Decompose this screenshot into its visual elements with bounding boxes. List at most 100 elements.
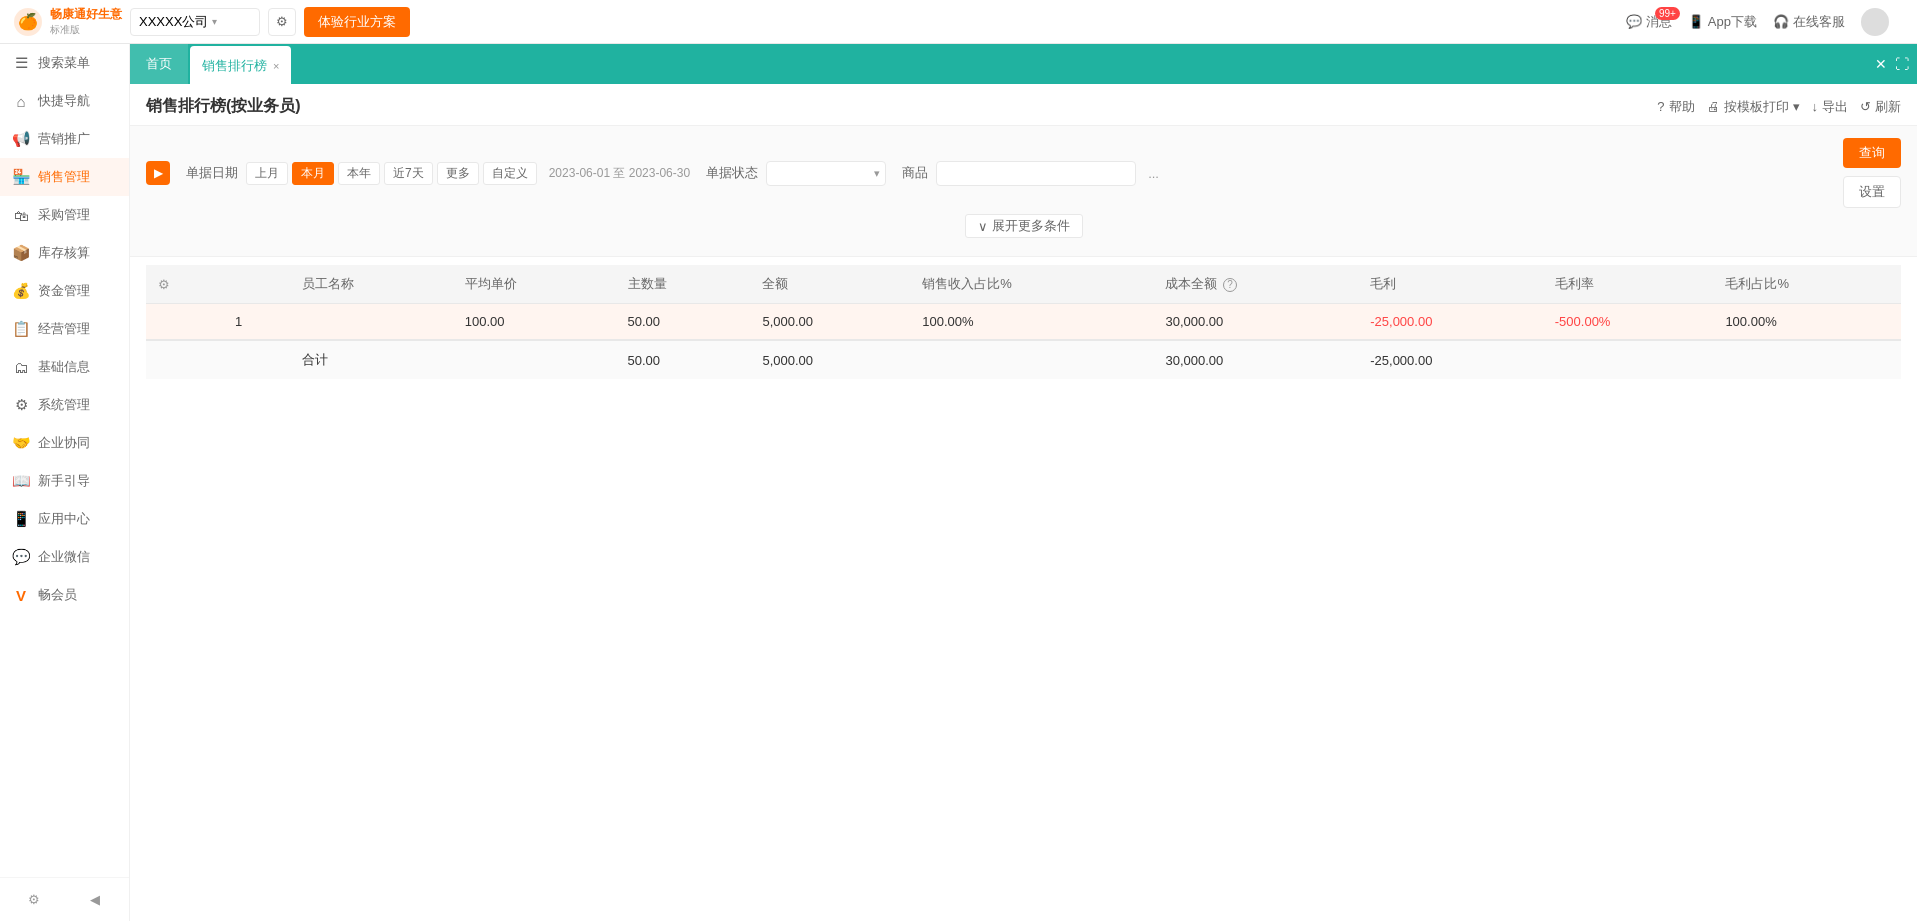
sidebar-item-system[interactable]: ⚙ 系统管理 <box>0 386 129 424</box>
content-area: 首页 销售排行榜 × ✕ ⛶ 销售排行榜(按业务员) <box>130 44 1917 921</box>
member-icon: V <box>12 587 30 604</box>
col-name: 员工名称 <box>290 265 453 304</box>
sidebar-item-operations[interactable]: 📋 经营管理 <box>0 310 129 348</box>
filter-toggle-icon[interactable]: ▶ <box>146 161 170 185</box>
col-settings[interactable]: ⚙ <box>146 265 223 304</box>
settings-button[interactable]: 设置 <box>1843 176 1901 208</box>
sidebar-item-wechat[interactable]: 💬 企业微信 <box>0 538 129 576</box>
sidebar-item-purchase[interactable]: 🛍 采购管理 <box>0 196 129 234</box>
home-icon: ⌂ <box>12 93 30 110</box>
marketing-icon: 📢 <box>12 130 30 148</box>
date-range-text: 2023-06-01 至 2023-06-30 <box>549 165 690 182</box>
message-icon: 💬 <box>1626 14 1642 29</box>
filter-area: ▶ 单据日期 上月 本月 本年 近7天 更多 自定义 <box>130 126 1917 257</box>
table-body: 1 100.00 50.00 5,000.00 100.00% 30,000.0… <box>146 304 1901 341</box>
message-button[interactable]: 💬 消息 99+ <box>1626 13 1672 31</box>
date-year-btn[interactable]: 本年 <box>338 162 380 185</box>
col-qty: 主数量 <box>616 265 751 304</box>
row-qty: 50.00 <box>616 304 751 341</box>
trial-button[interactable]: 体验行业方案 <box>304 7 410 37</box>
operations-icon: 📋 <box>12 320 30 338</box>
page-title: 销售排行榜(按业务员) <box>146 96 301 117</box>
tab-close-window-icon[interactable]: ✕ <box>1875 56 1887 72</box>
sidebar-item-marketing[interactable]: 📢 营销推广 <box>0 120 129 158</box>
expand-row: ∨ 展开更多条件 <box>146 208 1901 244</box>
footer-gross: -25,000.00 <box>1358 340 1543 379</box>
col-gross-ratio: 毛利占比% <box>1713 265 1901 304</box>
status-select-wrapper[interactable] <box>766 161 886 186</box>
filter-status: 单据状态 <box>706 161 886 186</box>
app-download-button[interactable]: 📱 App下载 <box>1688 13 1757 31</box>
footer-label: 合计 <box>290 340 453 379</box>
filter-toggle[interactable]: ▶ <box>146 161 170 185</box>
sidebar-item-quick-nav[interactable]: ⌂ 快捷导航 <box>0 82 129 120</box>
sidebar-item-finance[interactable]: 💰 资金管理 <box>0 272 129 310</box>
sidebar-bottom: ⚙ ◀ <box>0 877 129 921</box>
status-filter-label: 单据状态 <box>706 164 758 182</box>
online-service-button[interactable]: 🎧 在线客服 <box>1773 13 1845 31</box>
top-right-area: 💬 消息 99+ 📱 App下载 🎧 在线客服 <box>1626 8 1905 36</box>
query-button[interactable]: 查询 <box>1843 138 1901 168</box>
goods-more-icon[interactable]: ... <box>1148 166 1159 181</box>
goods-filter-label: 商品 <box>902 164 928 182</box>
sidebar-item-member[interactable]: V 畅会员 <box>0 576 129 614</box>
tab-sales-ranking[interactable]: 销售排行榜 × <box>190 46 291 86</box>
sidebar-item-basic[interactable]: 🗂 基础信息 <box>0 348 129 386</box>
goods-input[interactable] <box>936 161 1136 186</box>
company-selector[interactable]: XXXXX公司 ▾ <box>130 8 260 36</box>
sidebar-item-sales[interactable]: 🏪 销售管理 <box>0 158 129 196</box>
logo-area: 🍊 畅康通好生意 标准版 <box>12 6 122 38</box>
table-wrapper: ⚙ 员工名称 平均单价 主数量 全额 销售收入占比% 成本全额 ? <box>130 265 1917 395</box>
settings-icon[interactable]: ⚙ <box>268 8 296 36</box>
col-sales-ratio: 销售收入占比% <box>910 265 1153 304</box>
system-icon: ⚙ <box>12 396 30 414</box>
refresh-icon: ↺ <box>1860 99 1871 114</box>
sidebar-item-apps[interactable]: 📱 应用中心 <box>0 500 129 538</box>
mobile-icon: 📱 <box>1688 14 1704 29</box>
header-actions: ? 帮助 🖨 按模板打印 ▾ ↓ 导出 ↺ <box>1657 98 1901 116</box>
tab-close-icon[interactable]: × <box>273 60 279 72</box>
beginner-icon: 📖 <box>12 472 30 490</box>
footer-amount: 5,000.00 <box>750 340 910 379</box>
sidebar-settings-button[interactable]: ⚙ <box>8 886 61 913</box>
tab-home[interactable]: 首页 <box>130 44 188 84</box>
row-gross-ratio: 100.00% <box>1713 304 1901 341</box>
filter-goods: 商品 ... <box>902 161 1159 186</box>
page-header: 销售排行榜(按业务员) ? 帮助 🖨 按模板打印 ▾ ↓ <box>130 84 1917 126</box>
sidebar-item-inventory[interactable]: 📦 库存核算 <box>0 234 129 272</box>
expand-more-btn[interactable]: ∨ 展开更多条件 <box>965 214 1083 238</box>
sidebar-collapse-button[interactable]: ◀ <box>69 886 122 913</box>
row-settings <box>146 304 223 341</box>
help-button[interactable]: ? 帮助 <box>1657 98 1694 116</box>
print-button[interactable]: 🖨 按模板打印 ▾ <box>1707 98 1800 116</box>
row-amount: 5,000.00 <box>750 304 910 341</box>
sidebar-item-beginner[interactable]: 📖 新手引导 <box>0 462 129 500</box>
top-bar: 🍊 畅康通好生意 标准版 XXXXX公司 ▾ ⚙ 体验行业方案 💬 消息 99+… <box>0 0 1917 44</box>
filter-right-buttons: 查询 设置 <box>1843 138 1901 208</box>
cost-info-icon[interactable]: ? <box>1223 278 1237 292</box>
sidebar: ☰ 搜索菜单 ⌂ 快捷导航 📢 营销推广 🏪 销售管理 🛍 采购管理 📦 库 <box>0 44 130 921</box>
table-header: ⚙ 员工名称 平均单价 主数量 全额 销售收入占比% 成本全额 ? <box>146 265 1901 304</box>
avatar[interactable] <box>1861 8 1889 36</box>
logo-text: 畅康通好生意 标准版 <box>50 6 122 37</box>
date-curr-month-btn[interactable]: 本月 <box>292 162 334 185</box>
page-content: 销售排行榜(按业务员) ? 帮助 🖨 按模板打印 ▾ ↓ <box>130 84 1917 921</box>
status-select[interactable] <box>766 161 886 186</box>
date-custom-btn[interactable]: 自定义 <box>483 162 537 185</box>
date-prev-month-btn[interactable]: 上月 <box>246 162 288 185</box>
inventory-icon: 📦 <box>12 244 30 262</box>
refresh-button[interactable]: ↺ 刷新 <box>1860 98 1901 116</box>
export-button[interactable]: ↓ 导出 <box>1812 98 1849 116</box>
tab-expand-icon[interactable]: ⛶ <box>1895 56 1909 72</box>
wechat-icon: 💬 <box>12 548 30 566</box>
col-rank <box>223 265 290 304</box>
table-row: 1 100.00 50.00 5,000.00 100.00% 30,000.0… <box>146 304 1901 341</box>
logo-icon: 🍊 <box>12 6 44 38</box>
row-avg-price: 100.00 <box>453 304 616 341</box>
column-settings-icon[interactable]: ⚙ <box>158 277 170 292</box>
filter-row-main: ▶ 单据日期 上月 本月 本年 近7天 更多 自定义 <box>146 138 1901 208</box>
sidebar-item-enterprise[interactable]: 🤝 企业协同 <box>0 424 129 462</box>
date-more-btn[interactable]: 更多 <box>437 162 479 185</box>
date-7days-btn[interactable]: 近7天 <box>384 162 433 185</box>
sidebar-item-search[interactable]: ☰ 搜索菜单 <box>0 44 129 82</box>
